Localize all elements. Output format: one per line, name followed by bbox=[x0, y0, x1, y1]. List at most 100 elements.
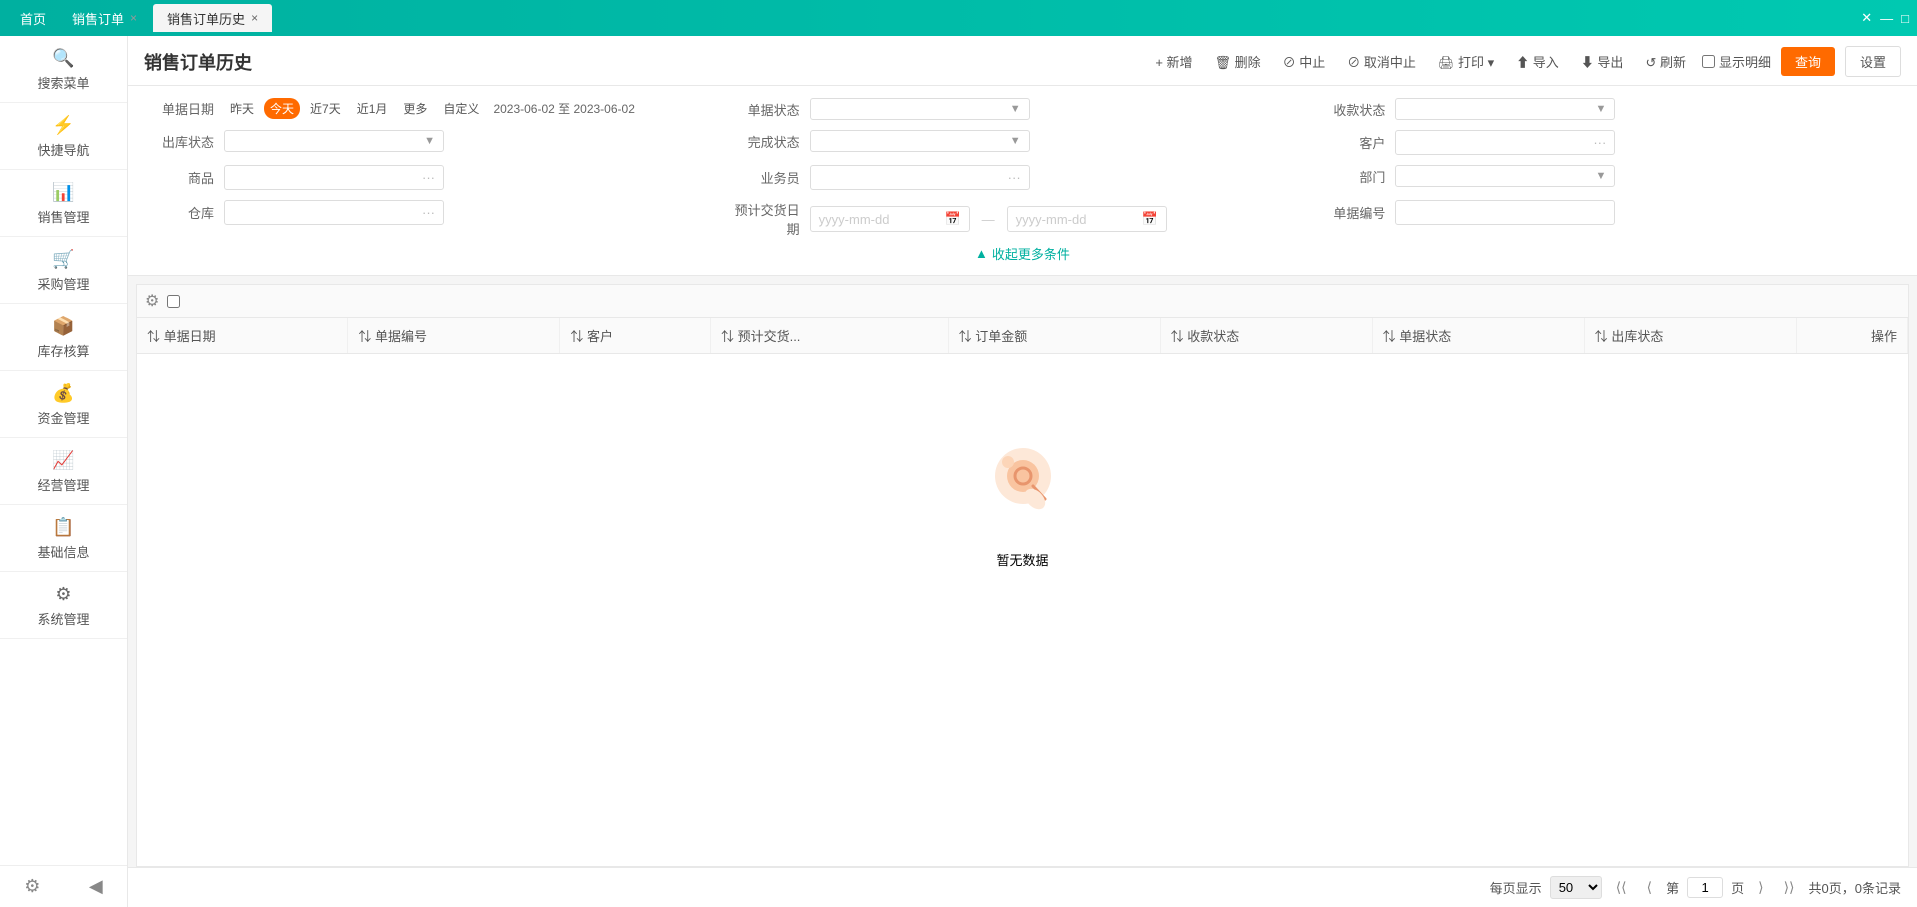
bill-no-input[interactable] bbox=[1395, 200, 1615, 225]
shortcut-last1m[interactable]: 近1月 bbox=[351, 98, 394, 119]
filter-area: 单据日期 昨天 今天 近7天 近1月 更多 自定义 2023-06-02 至 2… bbox=[128, 86, 1917, 276]
receipt-status-label: 收款状态 bbox=[1315, 100, 1395, 119]
sidebar-item-sys-mgmt[interactable]: ⚙ 系统管理 bbox=[0, 572, 127, 639]
col-header-customer[interactable]: ⇅ 客户 bbox=[560, 318, 711, 354]
table-toolbar: ⚙ bbox=[137, 285, 1908, 318]
col-sort-receipt-icon: ⇅ bbox=[1171, 329, 1184, 344]
print-button[interactable]: 🖨 打印 ▾ bbox=[1432, 48, 1500, 75]
delivery-date-start-input[interactable]: yyyy-mm-dd 📅 bbox=[810, 206, 970, 232]
sidebar-item-finance[interactable]: 💰 资金管理 bbox=[0, 371, 127, 438]
tab-sales-history[interactable]: 销售订单历史 × bbox=[153, 4, 272, 32]
shortcut-more[interactable]: 更多 bbox=[397, 98, 433, 119]
sidebar-item-sales-mgmt[interactable]: 📊 销售管理 bbox=[0, 170, 127, 237]
shortcut-custom[interactable]: 自定义 bbox=[437, 98, 485, 119]
stop-button[interactable]: ⊘ 中止 bbox=[1277, 48, 1332, 75]
dept-label: 部门 bbox=[1315, 167, 1395, 186]
show-detail-checkbox[interactable]: 显示明细 bbox=[1702, 52, 1771, 71]
col-header-delivery[interactable]: ⇅ 预计交货... bbox=[710, 318, 948, 354]
prev-page-button[interactable]: ⟨ bbox=[1641, 877, 1658, 898]
delete-button[interactable]: 🗑 删除 bbox=[1209, 48, 1267, 75]
sidebar-item-purchase-mgmt[interactable]: 🛒 采购管理 bbox=[0, 237, 127, 304]
toolbar: + 新增 🗑 删除 ⊘ 中止 ⊘ 取消中止 🖨 打印 ▾ ⬆ 导入 ⬇ 导出 ↺… bbox=[1149, 46, 1901, 77]
settings-button[interactable]: 设置 bbox=[1845, 46, 1901, 77]
export-button[interactable]: ⬇ 导出 bbox=[1575, 48, 1630, 75]
col-sort-out-icon: ⇅ bbox=[1595, 329, 1608, 344]
sales-mgmt-icon: 📊 bbox=[52, 182, 74, 203]
topbar-maximize-icon[interactable]: □ bbox=[1901, 11, 1909, 26]
filter-receipt-status-col: 收款状态 ▼ bbox=[1315, 98, 1901, 120]
sidebar-item-basic-info[interactable]: 📋 基础信息 bbox=[0, 505, 127, 572]
filter-goods-col: 商品 ··· bbox=[144, 165, 730, 190]
out-status-select[interactable]: ▼ bbox=[224, 130, 444, 152]
table-settings-icon[interactable]: ⚙ bbox=[145, 291, 159, 311]
dept-select[interactable]: ▼ bbox=[1395, 165, 1615, 187]
cancel-stop-button[interactable]: ⊘ 取消中止 bbox=[1341, 48, 1422, 75]
sidebar-item-label-quick-nav: 快捷导航 bbox=[37, 140, 89, 159]
collapse-label: 收起更多条件 bbox=[992, 244, 1070, 263]
top-bar: 首页 销售订单 × 销售订单历史 × ✕ — □ bbox=[0, 0, 1917, 36]
query-button[interactable]: 查询 bbox=[1781, 47, 1835, 76]
complete-status-select[interactable]: ▼ bbox=[810, 130, 1030, 152]
close-tab-sales-history-icon[interactable]: × bbox=[251, 11, 258, 25]
collapse-button[interactable]: ▲ 收起更多条件 bbox=[144, 244, 1901, 263]
warehouse-field[interactable]: ··· bbox=[224, 200, 444, 225]
customer-field[interactable]: ··· bbox=[1395, 130, 1615, 155]
complete-status-arrow-icon: ▼ bbox=[1010, 135, 1021, 147]
page-label-after: 页 bbox=[1731, 878, 1744, 897]
new-button[interactable]: + 新增 bbox=[1149, 48, 1198, 75]
per-page-select[interactable]: 50 10 20 100 bbox=[1550, 876, 1602, 899]
close-tab-sales-order-icon[interactable]: × bbox=[130, 11, 137, 25]
col-header-amount[interactable]: ⇅ 订单金额 bbox=[948, 318, 1160, 354]
shortcut-today[interactable]: 今天 bbox=[264, 98, 300, 119]
sidebar-collapse-icon[interactable]: ◀ bbox=[89, 876, 103, 897]
refresh-button[interactable]: ↺ 刷新 bbox=[1639, 48, 1692, 75]
bill-no-text-input[interactable] bbox=[1404, 205, 1606, 220]
sidebar-item-label-purchase-mgmt: 采购管理 bbox=[37, 274, 89, 293]
col-header-out-status[interactable]: ⇅ 出库状态 bbox=[1584, 318, 1796, 354]
bill-status-select[interactable]: ▼ bbox=[810, 98, 1030, 120]
receipt-status-select[interactable]: ▼ bbox=[1395, 98, 1615, 120]
tab-sales-order[interactable]: 销售订单 × bbox=[58, 4, 151, 32]
filter-salesperson-col: 业务员 ··· bbox=[730, 165, 1316, 190]
col-header-actions: 操作 bbox=[1796, 318, 1907, 354]
col-header-receipt-status[interactable]: ⇅ 收款状态 bbox=[1160, 318, 1372, 354]
page-number-input[interactable] bbox=[1687, 877, 1723, 898]
out-status-label: 出库状态 bbox=[144, 132, 224, 151]
bill-no-label: 单据编号 bbox=[1315, 203, 1395, 222]
shortcut-yesterday[interactable]: 昨天 bbox=[224, 98, 260, 119]
sidebar-settings-icon[interactable]: ⚙ bbox=[24, 876, 40, 897]
sidebar-item-label-sales-mgmt: 销售管理 bbox=[37, 207, 89, 226]
sidebar-item-quick-nav[interactable]: ⚡ 快捷导航 bbox=[0, 103, 127, 170]
total-label: 共0页，0条记录 bbox=[1809, 878, 1901, 897]
goods-field[interactable]: ··· bbox=[224, 165, 444, 190]
filter-delivery-col: 预计交货日期 yyyy-mm-dd 📅 — yyyy-mm-dd 📅 bbox=[730, 200, 1316, 238]
out-status-arrow-icon: ▼ bbox=[424, 135, 435, 147]
col-header-date[interactable]: ⇅ 单据日期 bbox=[137, 318, 348, 354]
table-select-all-checkbox[interactable] bbox=[167, 295, 180, 308]
last-page-button[interactable]: ⟩⟩ bbox=[1778, 877, 1801, 898]
sidebar-item-inventory[interactable]: 📦 库存核算 bbox=[0, 304, 127, 371]
operations-icon: 📈 bbox=[52, 450, 74, 471]
topbar-minimize-icon[interactable]: — bbox=[1880, 11, 1893, 26]
empty-state-icon bbox=[973, 434, 1073, 534]
inventory-icon: 📦 bbox=[52, 316, 74, 337]
tab-home[interactable]: 首页 bbox=[8, 9, 58, 28]
salesperson-field[interactable]: ··· bbox=[810, 165, 1030, 190]
next-page-button[interactable]: ⟩ bbox=[1752, 877, 1769, 898]
topbar-close-icon[interactable]: ✕ bbox=[1861, 10, 1872, 26]
sidebar-item-operations[interactable]: 📈 经营管理 bbox=[0, 438, 127, 505]
col-header-no[interactable]: ⇅ 单据编号 bbox=[348, 318, 560, 354]
sidebar-item-label-basic-info: 基础信息 bbox=[37, 542, 89, 561]
table-area: ⚙ ⇅ 单据日期 ⇅ 单据编号 ⇅ bbox=[136, 284, 1909, 867]
shortcut-last7[interactable]: 近7天 bbox=[304, 98, 347, 119]
sidebar: 🔍 搜索菜单 ⚡ 快捷导航 📊 销售管理 🛒 采购管理 📦 库存核算 💰 资金管… bbox=[0, 36, 128, 907]
delivery-date-end-input[interactable]: yyyy-mm-dd 📅 bbox=[1007, 206, 1167, 232]
sidebar-item-search-menu[interactable]: 🔍 搜索菜单 bbox=[0, 36, 127, 103]
date-shortcuts: 昨天 今天 近7天 近1月 更多 自定义 2023-06-02 至 2023-0… bbox=[224, 98, 635, 119]
filter-row-2: 出库状态 ▼ 完成状态 ▼ 客户 ··· bbox=[144, 130, 1901, 155]
col-header-bill-status[interactable]: ⇅ 单据状态 bbox=[1372, 318, 1584, 354]
topbar-right: ✕ — □ bbox=[1861, 10, 1909, 26]
import-button[interactable]: ⬆ 导入 bbox=[1510, 48, 1565, 75]
first-page-button[interactable]: ⟨⟨ bbox=[1610, 877, 1633, 898]
page-label-before: 第 bbox=[1666, 878, 1679, 897]
